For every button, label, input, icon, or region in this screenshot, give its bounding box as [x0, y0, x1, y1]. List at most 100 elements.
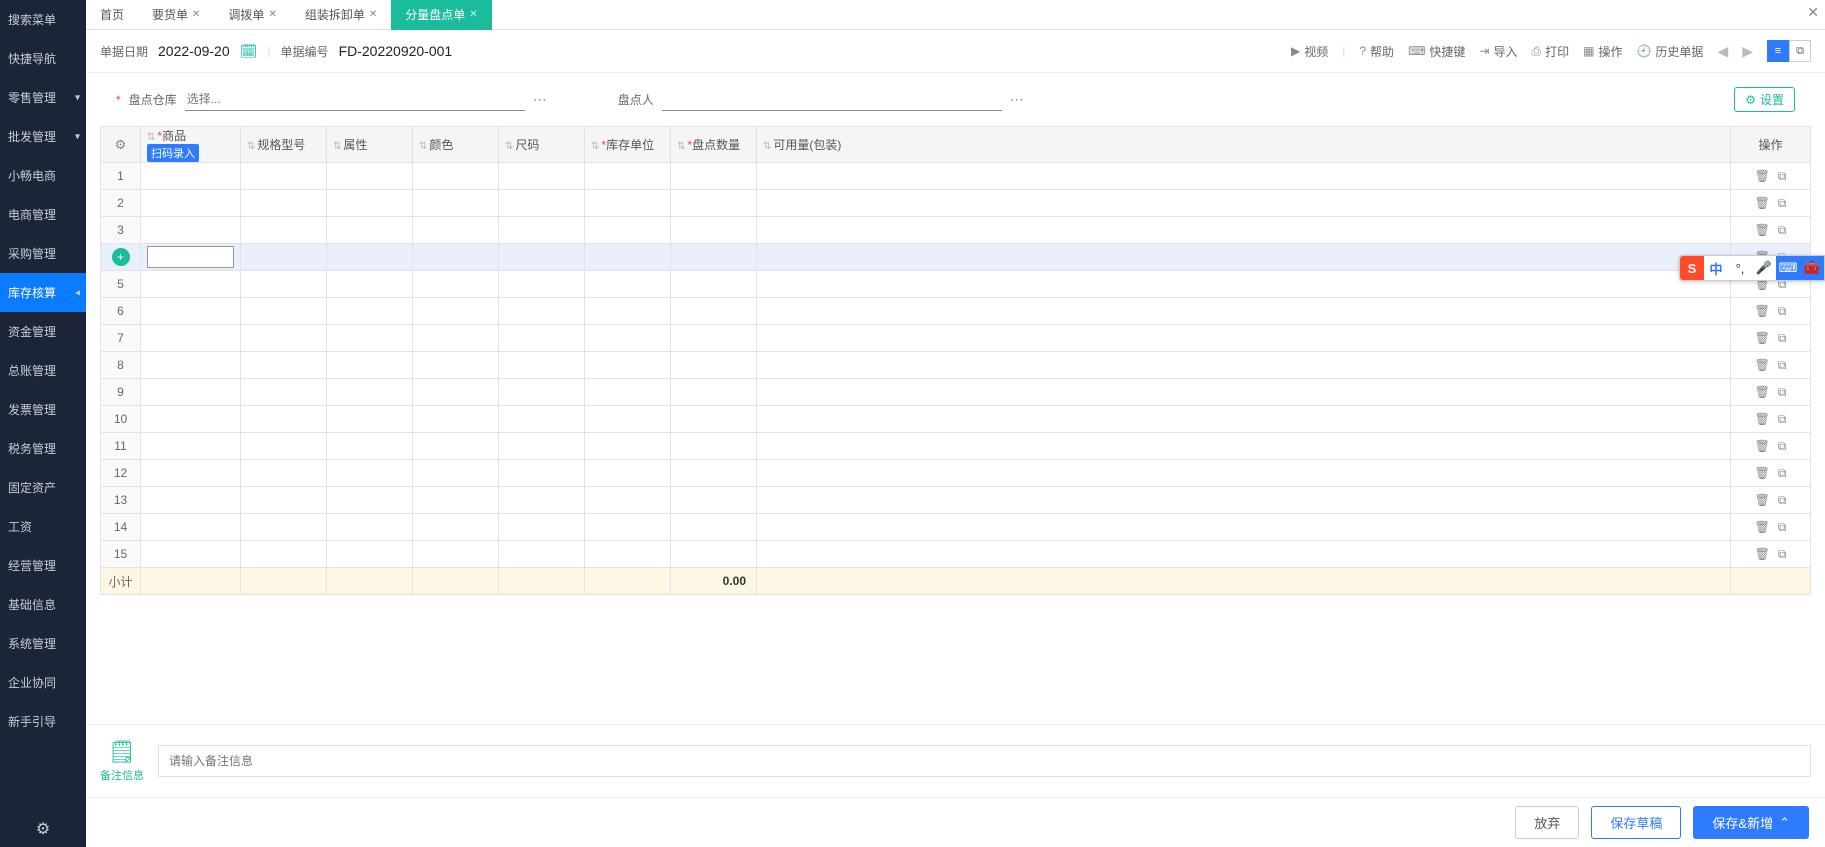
operate-button[interactable]: ▦操作: [1583, 43, 1622, 60]
sidebar-item-3[interactable]: 批发管理▾: [0, 117, 86, 156]
prev-doc-arrow[interactable]: ◀: [1717, 43, 1728, 60]
person-input[interactable]: [662, 88, 1002, 111]
table-row[interactable]: 9🗑⧉: [101, 379, 1811, 406]
copy-row-icon[interactable]: ⧉: [1778, 304, 1787, 318]
delete-row-icon[interactable]: 🗑: [1755, 169, 1770, 183]
shortcut-button[interactable]: ⌨快捷键: [1408, 43, 1465, 60]
save-draft-button[interactable]: 保存草稿: [1591, 806, 1681, 839]
ime-mic-icon[interactable]: 🎤: [1752, 256, 1776, 280]
next-doc-arrow[interactable]: ▶: [1742, 43, 1753, 60]
tab-1[interactable]: 要货单✕: [138, 0, 214, 30]
delete-row-icon[interactable]: 🗑: [1755, 412, 1770, 426]
table-row[interactable]: 11🗑⧉: [101, 433, 1811, 460]
table-row[interactable]: 14🗑⧉: [101, 514, 1811, 541]
video-button[interactable]: ▶视频: [1291, 43, 1328, 60]
sidebar-item-0[interactable]: 搜索菜单: [0, 0, 86, 39]
add-row-icon[interactable]: +: [112, 248, 130, 266]
ime-punct-icon[interactable]: °,: [1728, 256, 1752, 280]
ime-toolbar[interactable]: S 中 °, 🎤 ⌨ 🧰: [1679, 255, 1825, 281]
copy-row-icon[interactable]: ⧉: [1778, 439, 1787, 453]
sidebar-item-14[interactable]: 经营管理: [0, 546, 86, 585]
sidebar-item-5[interactable]: 电商管理: [0, 195, 86, 234]
sidebar-item-9[interactable]: 总账管理: [0, 351, 86, 390]
delete-row-icon[interactable]: 🗑: [1755, 439, 1770, 453]
sidebar-item-11[interactable]: 税务管理: [0, 429, 86, 468]
sidebar-item-2[interactable]: 零售管理▾: [0, 78, 86, 117]
view-grid-icon[interactable]: ⧉: [1789, 40, 1811, 62]
sidebar-item-6[interactable]: 采购管理: [0, 234, 86, 273]
copy-row-icon[interactable]: ⧉: [1778, 169, 1787, 183]
sidebar-settings-icon[interactable]: ⚙: [0, 811, 86, 847]
copy-row-icon[interactable]: ⧉: [1778, 520, 1787, 534]
sidebar-item-17[interactable]: 企业协同: [0, 663, 86, 702]
table-row[interactable]: 5🗑⧉: [101, 271, 1811, 298]
doc-date-value[interactable]: 2022-09-20: [158, 43, 230, 59]
close-all-tabs[interactable]: ✕: [1807, 4, 1819, 21]
delete-row-icon[interactable]: 🗑: [1755, 331, 1770, 345]
tab-close-icon[interactable]: ✕: [469, 0, 477, 30]
settings-button[interactable]: ⚙ 设置: [1734, 87, 1795, 112]
tab-close-icon[interactable]: ✕: [268, 0, 276, 30]
table-row[interactable]: 2🗑⧉: [101, 190, 1811, 217]
table-row[interactable]: 12🗑⧉: [101, 460, 1811, 487]
sidebar-item-18[interactable]: 新手引导: [0, 702, 86, 741]
copy-row-icon[interactable]: ⧉: [1778, 358, 1787, 372]
copy-row-icon[interactable]: ⧉: [1778, 466, 1787, 480]
copy-row-icon[interactable]: ⧉: [1778, 547, 1787, 561]
table-row[interactable]: 8🗑⧉: [101, 352, 1811, 379]
sidebar-item-13[interactable]: 工资: [0, 507, 86, 546]
copy-row-icon[interactable]: ⧉: [1778, 412, 1787, 426]
sidebar-item-16[interactable]: 系统管理: [0, 624, 86, 663]
table-row[interactable]: 6🗑⧉: [101, 298, 1811, 325]
delete-row-icon[interactable]: 🗑: [1755, 493, 1770, 507]
tab-close-icon[interactable]: ✕: [192, 0, 200, 30]
ime-keyboard-icon[interactable]: ⌨: [1776, 256, 1800, 280]
product-cell-input[interactable]: [147, 246, 234, 268]
table-row[interactable]: 15🗑⧉: [101, 541, 1811, 568]
discard-button[interactable]: 放弃: [1515, 806, 1579, 839]
warehouse-picker-icon[interactable]: ⋯: [533, 91, 548, 108]
sidebar-item-15[interactable]: 基础信息: [0, 585, 86, 624]
tab-2[interactable]: 调拨单✕: [214, 0, 290, 30]
table-row[interactable]: 1🗑⧉: [101, 163, 1811, 190]
scan-entry-tag[interactable]: 扫码录入: [147, 144, 199, 162]
print-button[interactable]: ⎙打印: [1531, 43, 1569, 60]
copy-row-icon[interactable]: ⧉: [1778, 385, 1787, 399]
copy-row-icon[interactable]: ⧉: [1778, 493, 1787, 507]
tab-0[interactable]: 首页: [86, 0, 138, 30]
ime-lang[interactable]: 中: [1704, 256, 1728, 280]
tab-3[interactable]: 组装拆卸单✕: [291, 0, 391, 30]
delete-row-icon[interactable]: 🗑: [1755, 466, 1770, 480]
save-and-new-button[interactable]: 保存&新增⌃: [1693, 806, 1809, 839]
table-row[interactable]: +🗑⧉: [101, 244, 1811, 271]
sidebar-item-1[interactable]: 快捷导航: [0, 39, 86, 78]
delete-row-icon[interactable]: 🗑: [1755, 547, 1770, 561]
table-row[interactable]: 3🗑⧉: [101, 217, 1811, 244]
sidebar-item-8[interactable]: 资金管理: [0, 312, 86, 351]
calendar-icon[interactable]: 🗓: [240, 43, 258, 60]
delete-row-icon[interactable]: 🗑: [1755, 385, 1770, 399]
copy-row-icon[interactable]: ⧉: [1778, 223, 1787, 237]
delete-row-icon[interactable]: 🗑: [1755, 520, 1770, 534]
tab-close-icon[interactable]: ✕: [369, 0, 377, 30]
delete-row-icon[interactable]: 🗑: [1755, 196, 1770, 210]
table-row[interactable]: 7🗑⧉: [101, 325, 1811, 352]
help-button[interactable]: ?帮助: [1359, 43, 1394, 60]
view-list-icon[interactable]: ≡: [1767, 40, 1789, 62]
remark-input[interactable]: [158, 745, 1811, 777]
delete-row-icon[interactable]: 🗑: [1755, 223, 1770, 237]
import-button[interactable]: ⇥导入: [1479, 43, 1517, 60]
sidebar-item-4[interactable]: 小畅电商: [0, 156, 86, 195]
table-row[interactable]: 10🗑⧉: [101, 406, 1811, 433]
copy-row-icon[interactable]: ⧉: [1778, 331, 1787, 345]
sidebar-item-10[interactable]: 发票管理: [0, 390, 86, 429]
person-picker-icon[interactable]: ⋯: [1010, 91, 1025, 108]
warehouse-input[interactable]: [185, 88, 525, 111]
sidebar-item-7[interactable]: 库存核算◂: [0, 273, 86, 312]
tab-4[interactable]: 分量盘点单✕: [391, 0, 491, 30]
history-button[interactable]: 🕘历史单据: [1636, 43, 1703, 60]
ime-more-icon[interactable]: 🧰: [1800, 256, 1824, 280]
delete-row-icon[interactable]: 🗑: [1755, 358, 1770, 372]
delete-row-icon[interactable]: 🗑: [1755, 304, 1770, 318]
table-settings-icon[interactable]: ⚙: [115, 137, 127, 152]
